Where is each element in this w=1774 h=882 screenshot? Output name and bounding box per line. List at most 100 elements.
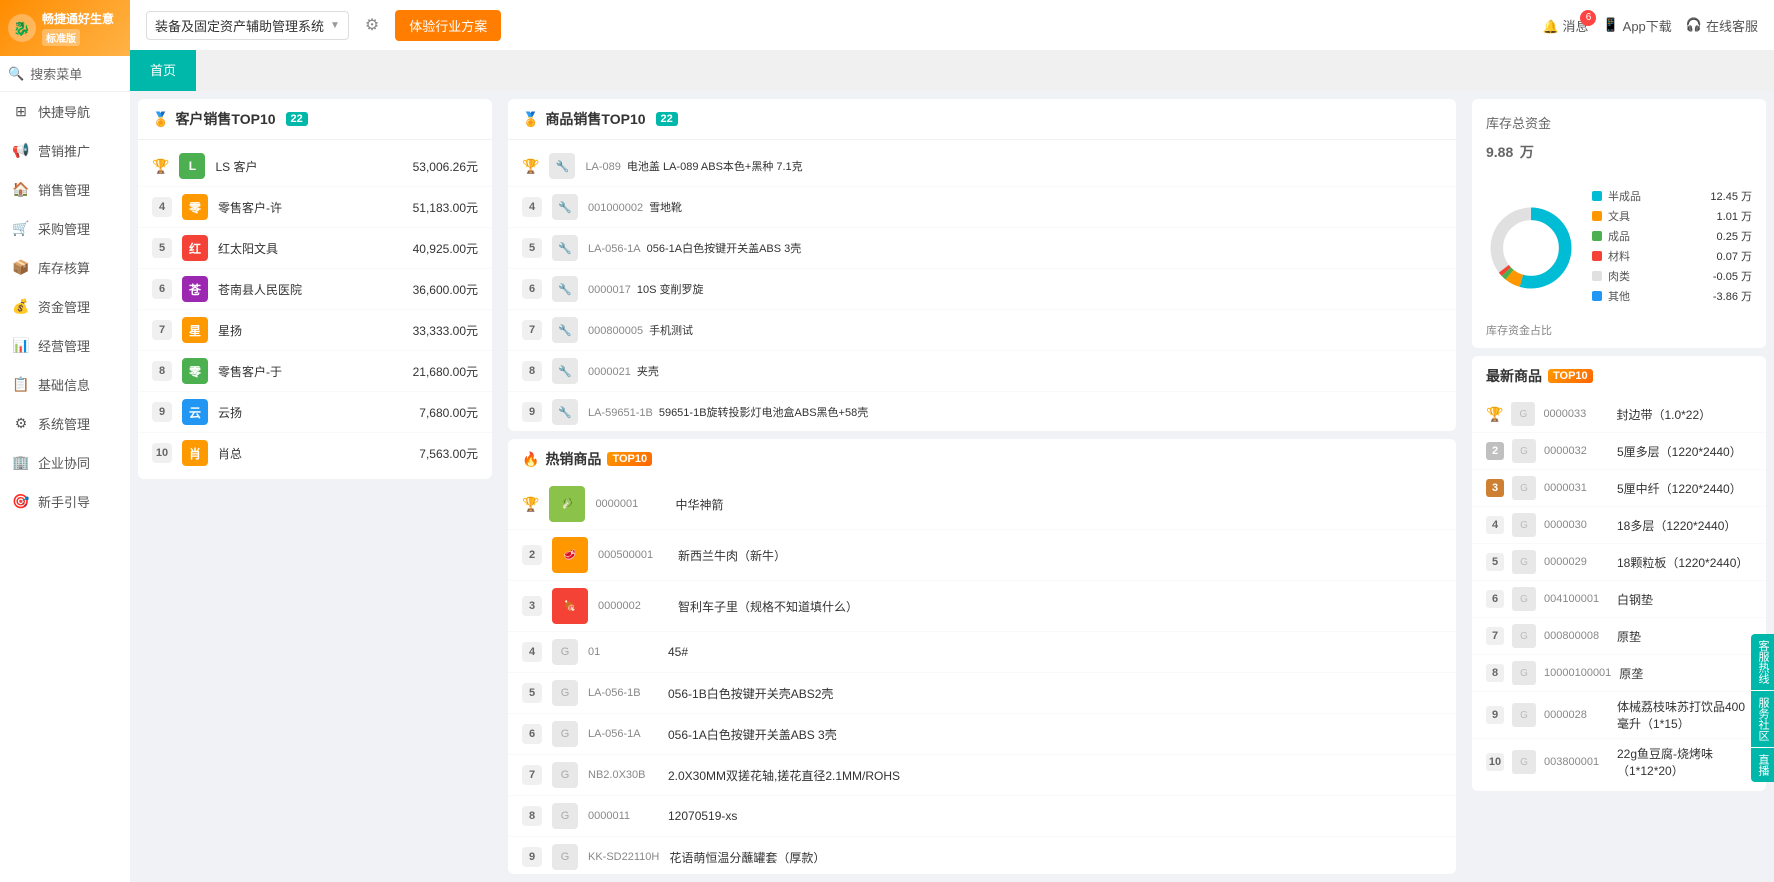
trial-button[interactable]: 体验行业方案	[395, 10, 501, 41]
customer-avatar-1: L	[179, 153, 205, 179]
hot-prod-num-7: 7	[522, 765, 542, 785]
prod-num-6: 8	[522, 361, 542, 381]
sidebar-item-system[interactable]: ⚙ 系统管理	[0, 404, 130, 443]
medal-icon: 🏅	[152, 111, 169, 128]
online-service-btn[interactable]: 🎧 在线客服	[1686, 16, 1758, 35]
sidebar-item-guide[interactable]: 🎯 新手引导	[0, 482, 130, 521]
np-rank-7: 7	[1486, 627, 1504, 645]
gear-icon: ⚙	[12, 415, 30, 432]
legend-name-1: 文具	[1608, 208, 1711, 224]
legend-value-0: 12.45 万	[1710, 188, 1752, 204]
notification-bell[interactable]: 🔔 消息 6	[1543, 16, 1589, 35]
np-icon-9: G	[1512, 703, 1536, 727]
nav-label: 销售管理	[38, 180, 90, 199]
legend-list: 半成品 12.45 万 文具 1.01 万 成品 0.25 万	[1592, 188, 1752, 308]
sidebar-item-operations[interactable]: 📊 经营管理	[0, 326, 130, 365]
hot-prod-name-5: 056-1B白色按键开关壳ABS2壳	[668, 685, 1442, 702]
sidebar-item-quick-nav[interactable]: ⊞ 快捷导航	[0, 92, 130, 131]
hot-prod-9: 9 G KK-SD22110H 花语萌恒温分蘸罐套（厚款）	[508, 837, 1456, 874]
system-selector[interactable]: 装备及固定资产辅助管理系统 ▼	[146, 11, 349, 40]
box-icon: 📦	[12, 259, 30, 276]
customer-value-3: 40,925.00元	[413, 240, 478, 257]
app-download-btn[interactable]: 📱 App下载	[1602, 16, 1671, 35]
new-products-card: 最新商品 TOP10 🏆 G 0000033 封边带（1.0*22） 2 G 0…	[1472, 356, 1766, 791]
prod-trophy-1: 🏆	[522, 158, 539, 175]
np-rank-5: 5	[1486, 553, 1504, 571]
np-name-6: 白钢垫	[1617, 591, 1752, 608]
float-service: 客服热线 服务社区 直播	[1751, 634, 1774, 782]
customer-top10-panel: 🏅 客户销售TOP10 22 🏆 L LS 客户 53,006.26元 4 零 …	[130, 91, 500, 882]
hot-prod-6: 6 G LA-056-1A 056-1A白色按键开关盖ABS 3壳	[508, 714, 1456, 755]
float-customer-service[interactable]: 客服热线	[1751, 634, 1774, 690]
np-code-6: 004100001	[1544, 593, 1609, 605]
sidebar: 🐉 畅捷通好生意 标准版 🔍 搜索菜单 ⊞ 快捷导航 📢 营销推广 🏠 销售管理…	[0, 0, 130, 882]
legend-item-1: 文具 1.01 万	[1592, 208, 1752, 224]
customer-avatar-6: 零	[182, 358, 208, 384]
legend-name-3: 材料	[1608, 248, 1711, 264]
nav-label: 营销推广	[38, 141, 90, 160]
np-name-4: 18多层（1220*2440）	[1617, 517, 1752, 534]
customer-badge-count: 22	[286, 112, 308, 126]
rank-num-3: 5	[152, 238, 172, 258]
customer-avatar-3: 红	[182, 235, 208, 261]
rank-num-8: 10	[152, 443, 172, 463]
nav-label: 基础信息	[38, 375, 90, 394]
np-item-1: 🏆 G 0000033 封边带（1.0*22）	[1472, 396, 1766, 433]
inventory-title: 库存总资金	[1486, 113, 1752, 132]
np-name-3: 5厘中纤（1220*2440）	[1617, 480, 1752, 497]
customer-avatar-5: 星	[182, 317, 208, 343]
float-live[interactable]: 直播	[1751, 748, 1774, 782]
inventory-value: 9.88	[1486, 144, 1513, 160]
np-item-9: 9 G 0000028 体械荔枝味苏打饮品400毫升（1*15）	[1472, 692, 1766, 739]
tab-home[interactable]: 首页	[130, 50, 196, 91]
np-icon-4: G	[1512, 513, 1536, 537]
prod-num-7: 9	[522, 402, 542, 422]
sidebar-item-marketing[interactable]: 📢 营销推广	[0, 131, 130, 170]
hot-prod-num-3: 3	[522, 596, 542, 616]
sidebar-item-purchase[interactable]: 🛒 采购管理	[0, 209, 130, 248]
megaphone-icon: 📢	[12, 142, 30, 159]
np-code-7: 000800008	[1544, 630, 1609, 642]
legend-name-0: 半成品	[1608, 188, 1704, 204]
hot-prod-img-2: 🥩	[552, 537, 588, 573]
np-name-9: 体械荔枝味苏打饮品400毫升（1*15）	[1617, 698, 1752, 732]
hot-prod-img-3: 🍖	[552, 588, 588, 624]
rank-num-6: 8	[152, 361, 172, 381]
sidebar-item-inventory[interactable]: 📦 库存核算	[0, 248, 130, 287]
legend-dot-0	[1592, 191, 1602, 201]
chart-icon: 📊	[12, 337, 30, 354]
legend-item-5: 其他 -3.86 万	[1592, 288, 1752, 304]
sidebar-item-basic[interactable]: 📋 基础信息	[0, 365, 130, 404]
customer-value-5: 33,333.00元	[413, 322, 478, 339]
np-rank-8: 8	[1486, 664, 1504, 682]
settings-icon[interactable]: ⚙	[361, 11, 383, 39]
nav-label: 企业协同	[38, 453, 90, 472]
hot-prod-icon-4: G	[552, 639, 578, 665]
hot-prod-code-3: 0000002	[598, 600, 668, 612]
hot-prod-code-2: 000500001	[598, 549, 668, 561]
logo-app-name: 畅捷通好生意	[42, 10, 114, 27]
search-menu[interactable]: 🔍 搜索菜单	[0, 56, 130, 92]
hot-prod-num-8: 8	[522, 806, 542, 826]
new-products-header: 最新商品 TOP10	[1472, 356, 1766, 390]
legend-dot-1	[1592, 211, 1602, 221]
hot-products-title: 热销商品	[545, 449, 601, 469]
hot-prod-4: 4 G 01 45#	[508, 632, 1456, 673]
topbar-right: 🔔 消息 6 📱 App下载 🎧 在线客服	[1543, 16, 1758, 35]
sidebar-item-finance[interactable]: 💰 资金管理	[0, 287, 130, 326]
float-community[interactable]: 服务社区	[1751, 691, 1774, 747]
np-name-5: 18颗粒板（1220*2440）	[1617, 554, 1752, 571]
legend-dot-2	[1592, 231, 1602, 241]
np-code-8: 10000100001	[1544, 667, 1611, 679]
sidebar-item-sales[interactable]: 🏠 销售管理	[0, 170, 130, 209]
hot-products-card: 🔥 热销商品 TOP10 🏆 🥬 0000001 中华神箭 2 🥩 00050	[508, 439, 1456, 874]
legend-value-5: -3.86 万	[1713, 288, 1752, 304]
inventory-summary: 库存总资金 9.88 万	[1472, 99, 1766, 178]
np-item-6: 6 G 004100001 白钢垫	[1472, 581, 1766, 618]
sidebar-item-enterprise[interactable]: 🏢 企业协同	[0, 443, 130, 482]
prod-rank-4: 6 🔧 000001710S 变削罗旋	[508, 269, 1456, 310]
search-icon: 🔍	[8, 66, 24, 82]
inventory-card: 库存总资金 9.88 万	[1472, 99, 1766, 348]
inventory-ratio-label: 库存资金占比	[1472, 318, 1766, 348]
building-icon: 🏢	[12, 454, 30, 471]
